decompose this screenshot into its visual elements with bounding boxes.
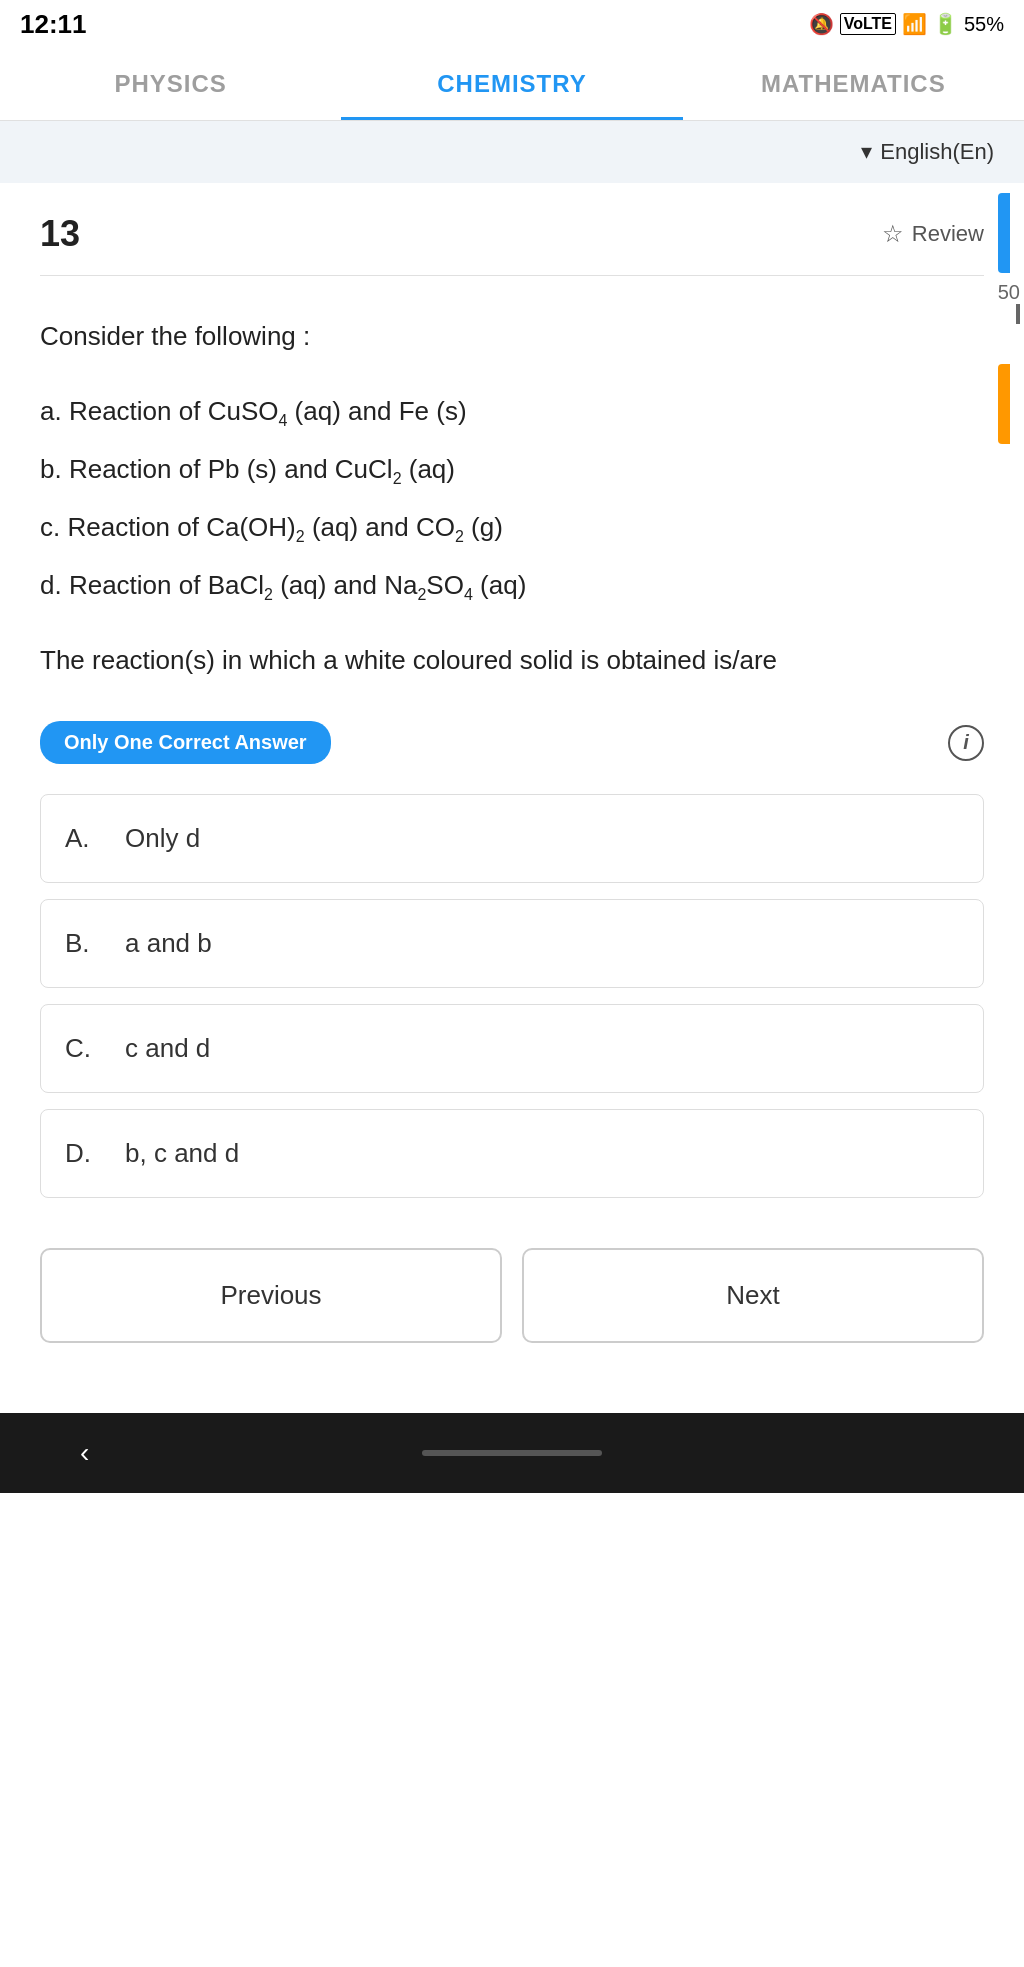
review-label: Review xyxy=(912,221,984,247)
blue-side-tab xyxy=(998,193,1010,273)
side-number: 50 xyxy=(998,281,1024,304)
options-list: A. Only d B. a and b C. c and d D. b, c … xyxy=(40,794,984,1198)
option-b-letter: B. xyxy=(65,928,125,959)
info-icon[interactable]: i xyxy=(948,725,984,761)
language-selector[interactable]: ▾ English(En) xyxy=(861,139,994,165)
option-c-text: c and d xyxy=(125,1033,210,1064)
star-icon: ☆ xyxy=(882,220,904,248)
back-icon[interactable]: ‹ xyxy=(80,1437,89,1469)
option-b[interactable]: B. a and b xyxy=(40,899,984,988)
option-a-letter: A. xyxy=(65,823,125,854)
question-body: The reaction(s) in which a white coloure… xyxy=(40,640,984,682)
question-intro: Consider the following : xyxy=(40,316,984,358)
tab-mathematics[interactable]: MATHEMATICS xyxy=(683,48,1024,120)
question-number: 13 xyxy=(40,213,80,255)
status-bar: 12:11 🔕 VoLTE 📶 🔋 55% xyxy=(0,0,1024,48)
navigation-buttons: Previous Next xyxy=(40,1248,984,1343)
side-line xyxy=(1016,304,1020,324)
orange-side-tab xyxy=(998,364,1010,444)
answer-type-badge: Only One Correct Answer xyxy=(40,721,331,764)
mute-icon: 🔕 xyxy=(809,12,834,36)
status-time: 12:11 xyxy=(20,9,87,40)
content-area: 13 ☆ Review Consider the following : a. … xyxy=(0,183,1024,1413)
bottom-indicator xyxy=(422,1450,602,1456)
option-d-letter: D. xyxy=(65,1138,125,1169)
tab-chemistry[interactable]: CHEMISTRY xyxy=(341,48,682,120)
option-c[interactable]: C. c and d xyxy=(40,1004,984,1093)
option-d-text: b, c and d xyxy=(125,1138,239,1169)
previous-button[interactable]: Previous xyxy=(40,1248,502,1343)
language-label: English(En) xyxy=(880,139,994,165)
answer-type-row: Only One Correct Answer i xyxy=(40,721,984,764)
option-c-letter: C. xyxy=(65,1033,125,1064)
battery-icon: 🔋 xyxy=(933,12,958,36)
question-header: 13 ☆ Review xyxy=(40,213,984,276)
bottom-bar: ‹ xyxy=(0,1413,1024,1493)
option-d[interactable]: D. b, c and d xyxy=(40,1109,984,1198)
battery-level: 55% xyxy=(964,13,1004,36)
question-item-c: c. Reaction of Ca(OH)2 (aq) and CO2 (g) xyxy=(40,504,984,552)
question-item-a: a. Reaction of CuSO4 (aq) and Fe (s) xyxy=(40,388,984,436)
option-b-text: a and b xyxy=(125,928,212,959)
volte-icon: VoLTE xyxy=(840,13,896,35)
language-bar: ▾ English(En) xyxy=(0,121,1024,183)
tab-physics[interactable]: PHYSICS xyxy=(0,48,341,120)
question-item-b: b. Reaction of Pb (s) and CuCl2 (aq) xyxy=(40,446,984,494)
review-button[interactable]: ☆ Review xyxy=(882,220,984,248)
question-item-d: d. Reaction of BaCl2 (aq) and Na2SO4 (aq… xyxy=(40,562,984,610)
next-button[interactable]: Next xyxy=(522,1248,984,1343)
option-a-text: Only d xyxy=(125,823,200,854)
option-a[interactable]: A. Only d xyxy=(40,794,984,883)
status-icons: 🔕 VoLTE 📶 🔋 55% xyxy=(809,12,1004,36)
tab-navigation: PHYSICS CHEMISTRY MATHEMATICS xyxy=(0,48,1024,121)
signal-icon: 📶 xyxy=(902,12,927,36)
main-layout: 50 13 ☆ Review Consider the following : … xyxy=(0,183,1024,1413)
chevron-down-icon: ▾ xyxy=(861,139,872,165)
